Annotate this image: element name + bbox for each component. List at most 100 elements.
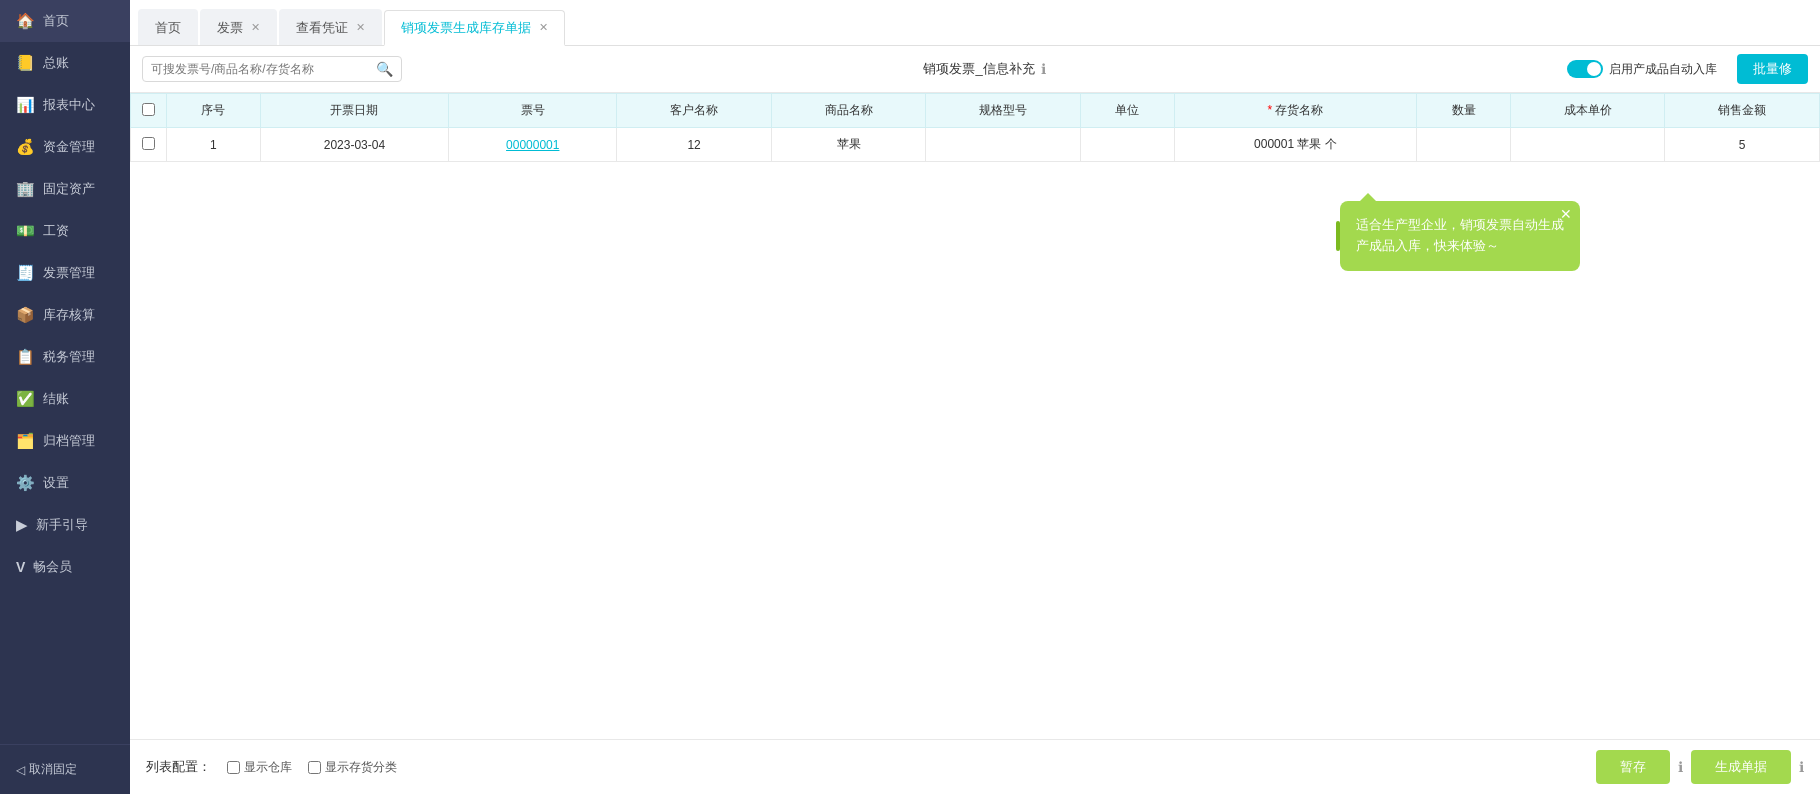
- col-seq: 序号: [167, 94, 261, 128]
- cell-customer: 12: [617, 128, 772, 162]
- select-all-checkbox[interactable]: [142, 103, 155, 116]
- col-date: 开票日期: [260, 94, 448, 128]
- capital-icon: 💰: [16, 138, 35, 156]
- sidebar-item-settings[interactable]: ⚙️ 设置: [0, 462, 130, 504]
- tab-home[interactable]: 首页: [138, 9, 198, 45]
- cell-qty: [1417, 128, 1511, 162]
- auto-warehouse-toggle[interactable]: [1567, 60, 1603, 78]
- sidebar-item-label: 工资: [43, 222, 69, 240]
- fixed-assets-icon: 🏢: [16, 180, 35, 198]
- tab-home-label: 首页: [155, 19, 181, 37]
- required-star: *: [1267, 103, 1272, 117]
- sidebar-item-capital[interactable]: 💰 资金管理: [0, 126, 130, 168]
- tooltip-close-button[interactable]: ✕: [1560, 207, 1572, 221]
- archive-icon: 🗂️: [16, 432, 35, 450]
- search-box[interactable]: 🔍: [142, 56, 402, 82]
- batch-button[interactable]: 批量修: [1737, 54, 1808, 84]
- col-invoice-no: 票号: [449, 94, 617, 128]
- row-checkbox[interactable]: [142, 137, 155, 150]
- invoice-no-link[interactable]: 00000001: [506, 138, 559, 152]
- footer: 列表配置： 显示仓库 显示存货分类 暂存 ℹ 生成单据 ℹ: [130, 739, 1820, 794]
- report-icon: 📊: [16, 96, 35, 114]
- cell-seq: 1: [167, 128, 261, 162]
- inventory-icon: 📦: [16, 306, 35, 324]
- guide-icon: ▶: [16, 516, 28, 534]
- col-customer: 客户名称: [617, 94, 772, 128]
- tax-icon: 📋: [16, 348, 35, 366]
- invoice-mgmt-icon: 🧾: [16, 264, 35, 282]
- table-container: 序号 开票日期 票号 客户名称 商品名称 规格型号 单位 * 存货名称 数量 成…: [130, 93, 1820, 739]
- tooltip-bubble: ✕ 适合生产型企业，销项发票自动生成产成品入库，快来体验～: [1340, 201, 1580, 271]
- sidebar-item-payroll[interactable]: 💵 工资: [0, 210, 130, 252]
- tab-sales-invoice-label: 销项发票生成库存单据: [401, 19, 531, 37]
- tab-bar: 首页 发票 ✕ 查看凭证 ✕ 销项发票生成库存单据 ✕: [130, 0, 1820, 46]
- sidebar-item-guide[interactable]: ▶ 新手引导: [0, 504, 130, 546]
- tab-sales-invoice-close[interactable]: ✕: [539, 21, 548, 34]
- tab-invoice-close[interactable]: ✕: [251, 21, 260, 34]
- col-inventory: * 存货名称: [1174, 94, 1416, 128]
- sidebar-item-label: 首页: [43, 12, 69, 30]
- show-inventory-category-check[interactable]: 显示存货分类: [308, 759, 397, 776]
- home-icon: 🏠: [16, 12, 35, 30]
- sidebar-item-label: 结账: [43, 390, 69, 408]
- sidebar-item-label: 归档管理: [43, 432, 95, 450]
- sidebar-item-label: 设置: [43, 474, 69, 492]
- show-warehouse-checkbox[interactable]: [227, 761, 240, 774]
- show-inventory-category-checkbox[interactable]: [308, 761, 321, 774]
- sidebar-item-invoice-mgmt[interactable]: 🧾 发票管理: [0, 252, 130, 294]
- sidebar-item-tax[interactable]: 📋 税务管理: [0, 336, 130, 378]
- sidebar-item-archive[interactable]: 🗂️ 归档管理: [0, 420, 130, 462]
- search-input[interactable]: [151, 62, 376, 76]
- sidebar-item-report[interactable]: 📊 报表中心: [0, 84, 130, 126]
- sidebar-item-home[interactable]: 🏠 首页: [0, 0, 130, 42]
- col-qty: 数量: [1417, 94, 1511, 128]
- sidebar-item-label: 库存核算: [43, 306, 95, 324]
- table-row: 1 2023-03-04 00000001 12 苹果 000001 苹果 个 …: [131, 128, 1820, 162]
- ledger-icon: 📒: [16, 54, 35, 72]
- cell-cost-price: [1510, 128, 1665, 162]
- sidebar-item-label: 畅会员: [33, 558, 72, 576]
- tab-view-voucher[interactable]: 查看凭证 ✕: [279, 9, 382, 45]
- payroll-icon: 💵: [16, 222, 35, 240]
- cell-unit: [1080, 128, 1174, 162]
- pin-button[interactable]: ◁ 取消固定: [0, 753, 130, 786]
- sidebar-item-ledger[interactable]: 📒 总账: [0, 42, 130, 84]
- col-unit: 单位: [1080, 94, 1174, 128]
- sidebar-item-label: 发票管理: [43, 264, 95, 282]
- cell-inventory: 000001 苹果 个: [1174, 128, 1416, 162]
- cell-product: 苹果: [771, 128, 926, 162]
- footer-config-label: 列表配置：: [146, 758, 211, 776]
- show-warehouse-label: 显示仓库: [244, 759, 292, 776]
- table-header-row: 序号 开票日期 票号 客户名称 商品名称 规格型号 单位 * 存货名称 数量 成…: [131, 94, 1820, 128]
- show-inventory-category-label: 显示存货分类: [325, 759, 397, 776]
- save-button[interactable]: 暂存: [1596, 750, 1670, 784]
- generate-info-icon[interactable]: ℹ: [1799, 759, 1804, 775]
- sidebar-bottom: ◁ 取消固定: [0, 744, 130, 794]
- pin-icon: ◁: [16, 763, 25, 777]
- cell-invoice-no: 00000001: [449, 128, 617, 162]
- vip-icon: V: [16, 559, 25, 575]
- sidebar-item-vip[interactable]: V 畅会员: [0, 546, 130, 588]
- tab-view-voucher-close[interactable]: ✕: [356, 21, 365, 34]
- col-sales-amount: 销售金额: [1665, 94, 1820, 128]
- cell-sales-amount: 5: [1665, 128, 1820, 162]
- cell-spec: [926, 128, 1081, 162]
- generate-button[interactable]: 生成单据: [1691, 750, 1791, 784]
- sidebar-item-label: 税务管理: [43, 348, 95, 366]
- info-icon[interactable]: ℹ: [1041, 61, 1046, 77]
- sidebar-item-label: 资金管理: [43, 138, 95, 156]
- tooltip-text: 适合生产型企业，销项发票自动生成产成品入库，快来体验～: [1356, 217, 1564, 253]
- data-table: 序号 开票日期 票号 客户名称 商品名称 规格型号 单位 * 存货名称 数量 成…: [130, 93, 1820, 162]
- save-info-icon[interactable]: ℹ: [1678, 759, 1683, 775]
- col-checkbox: [131, 94, 167, 128]
- search-icon[interactable]: 🔍: [376, 61, 393, 77]
- col-spec: 规格型号: [926, 94, 1081, 128]
- sidebar-item-settlement[interactable]: ✅ 结账: [0, 378, 130, 420]
- sidebar-item-fixed-assets[interactable]: 🏢 固定资产: [0, 168, 130, 210]
- tab-invoice[interactable]: 发票 ✕: [200, 9, 277, 45]
- tab-sales-invoice[interactable]: 销项发票生成库存单据 ✕: [384, 10, 565, 46]
- pin-label: 取消固定: [29, 761, 77, 778]
- sidebar-item-inventory[interactable]: 📦 库存核算: [0, 294, 130, 336]
- sidebar-item-label: 总账: [43, 54, 69, 72]
- show-warehouse-check[interactable]: 显示仓库: [227, 759, 292, 776]
